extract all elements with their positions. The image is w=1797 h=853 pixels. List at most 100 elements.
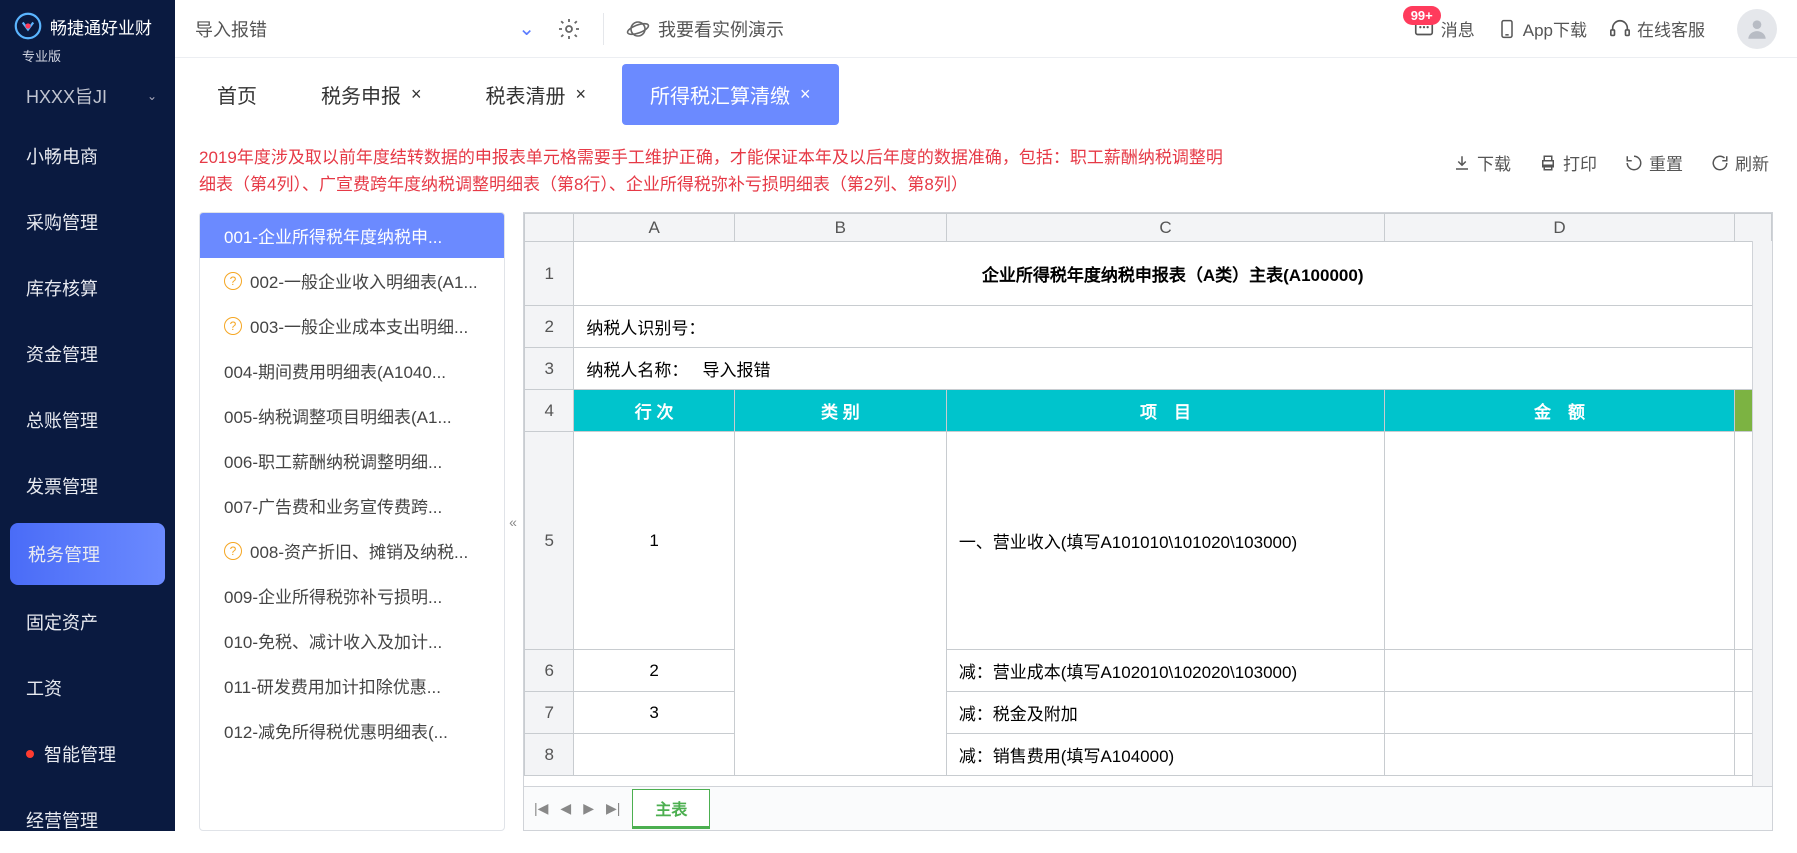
row-header[interactable]: 3 bbox=[525, 348, 574, 390]
tool-label: 刷新 bbox=[1735, 150, 1769, 175]
cell[interactable]: 减：税金及附加 bbox=[946, 692, 1384, 734]
demo-link[interactable]: 我要看实例演示 bbox=[626, 16, 784, 42]
table-header[interactable]: 项 目 bbox=[946, 390, 1384, 432]
cell[interactable]: 一、营业收入(填写A101010\101020\103000) bbox=[946, 432, 1384, 650]
red-dot-icon bbox=[26, 750, 34, 758]
table-header[interactable]: 金 额 bbox=[1385, 390, 1735, 432]
nav-item-smart[interactable]: 智能管理 bbox=[0, 721, 175, 787]
cell[interactable] bbox=[1385, 432, 1735, 650]
tree-item[interactable]: 009-企业所得税弥补亏损明... bbox=[200, 573, 504, 618]
chevron-down-icon[interactable]: ⌄ bbox=[518, 16, 535, 41]
collapse-handle[interactable]: « bbox=[505, 212, 521, 831]
tree-item[interactable]: 001-企业所得税年度纳税申... bbox=[200, 213, 504, 258]
cell[interactable] bbox=[1385, 692, 1735, 734]
sheet-nav-next[interactable]: ▶ bbox=[583, 800, 594, 817]
tab-label: 税表清册 bbox=[486, 80, 566, 109]
nav-item-invoice[interactable]: 发票管理 bbox=[0, 453, 175, 519]
close-icon[interactable]: × bbox=[411, 84, 422, 105]
sidebar: 畅捷通好业财 专业版 HXXX旨JI⌄ 小畅电商 采购管理 库存核算 资金管理 … bbox=[0, 0, 175, 831]
col-header[interactable]: B bbox=[734, 214, 946, 242]
tab-tax-list[interactable]: 税表清册 × bbox=[458, 64, 615, 125]
gear-icon[interactable] bbox=[557, 17, 581, 41]
tree-item[interactable]: 006-职工薪酬纳税调整明细... bbox=[200, 438, 504, 483]
nav-item-ledger[interactable]: 总账管理 bbox=[0, 387, 175, 453]
cell[interactable] bbox=[734, 432, 946, 776]
sheet-tab[interactable]: 主表 bbox=[632, 789, 710, 829]
col-header[interactable]: D bbox=[1385, 214, 1735, 242]
reset-button[interactable]: 重置 bbox=[1621, 144, 1687, 181]
cell[interactable] bbox=[1385, 734, 1735, 776]
row-header[interactable]: 6 bbox=[525, 650, 574, 692]
sheet-nav-prev[interactable]: ◀ bbox=[560, 800, 571, 817]
close-icon[interactable]: × bbox=[576, 84, 587, 105]
tree-item[interactable]: ?003-一般企业成本支出明细... bbox=[200, 303, 504, 348]
messages-button[interactable]: 99+ 消息 bbox=[1413, 16, 1475, 41]
sheet-grid[interactable]: A B C D 1 企业所得税年度纳税申报表（A类）主表(A100000) 2 … bbox=[524, 213, 1772, 786]
tree-item[interactable]: ?002-一般企业收入明细表(A1... bbox=[200, 258, 504, 303]
row-header[interactable]: 7 bbox=[525, 692, 574, 734]
nav-item-tax[interactable]: 税务管理 bbox=[10, 523, 165, 585]
print-button[interactable]: 打印 bbox=[1535, 144, 1601, 181]
cell[interactable]: 纳税人识别号： bbox=[574, 306, 1772, 348]
tree-item[interactable]: 012-减免所得税优惠明细表(... bbox=[200, 708, 504, 753]
nav-item-business[interactable]: 经营管理 bbox=[0, 787, 175, 853]
row-header[interactable]: 5 bbox=[525, 432, 574, 650]
cell[interactable]: 纳税人名称： 导入报错 bbox=[574, 348, 1772, 390]
chevron-down-icon: ⌄ bbox=[147, 89, 157, 103]
nav-item-fixed-assets[interactable]: 固定资产 bbox=[0, 589, 175, 655]
phone-icon bbox=[1497, 18, 1517, 40]
topbar: 导入报错 ⌄ 我要看实例演示 99+ 消息 App下载 在线客服 bbox=[175, 0, 1797, 58]
spreadsheet: A B C D 1 企业所得税年度纳税申报表（A类）主表(A100000) 2 … bbox=[523, 212, 1773, 831]
row-header[interactable]: 4 bbox=[525, 390, 574, 432]
tab-home[interactable]: 首页 bbox=[189, 64, 285, 125]
download-button[interactable]: 下载 bbox=[1449, 144, 1515, 181]
tree-item[interactable]: 004-期间费用明细表(A1040... bbox=[200, 348, 504, 393]
cell[interactable]: 1 bbox=[574, 432, 735, 650]
cell[interactable] bbox=[1385, 650, 1735, 692]
cell[interactable]: 2 bbox=[574, 650, 735, 692]
nav-item-salary[interactable]: 工资 bbox=[0, 655, 175, 721]
cell-label: 纳税人识别号： bbox=[586, 319, 705, 338]
support-button[interactable]: 在线客服 bbox=[1609, 16, 1705, 41]
nav-item-inventory[interactable]: 库存核算 bbox=[0, 255, 175, 321]
avatar[interactable] bbox=[1737, 9, 1777, 49]
col-header[interactable] bbox=[1734, 214, 1771, 242]
tree-item[interactable]: ?008-资产折旧、摊销及纳税... bbox=[200, 528, 504, 573]
row-header[interactable]: 8 bbox=[525, 734, 574, 776]
nav-item-purchase[interactable]: 采购管理 bbox=[0, 189, 175, 255]
nav-item-funds[interactable]: 资金管理 bbox=[0, 321, 175, 387]
close-icon[interactable]: × bbox=[800, 84, 811, 105]
sheet-corner[interactable] bbox=[525, 214, 574, 242]
tree-item-label: 008-资产折旧、摊销及纳税... bbox=[250, 538, 468, 563]
tree-item[interactable]: 011-研发费用加计扣除优惠... bbox=[200, 663, 504, 708]
nav-item-cut[interactable]: HXXX旨JI⌄ bbox=[0, 75, 175, 123]
col-header[interactable]: A bbox=[574, 214, 735, 242]
row-header[interactable]: 1 bbox=[525, 242, 574, 306]
scrollbar[interactable] bbox=[1752, 241, 1772, 786]
sheet-nav-first[interactable]: |◀ bbox=[534, 800, 548, 817]
table-header[interactable]: 行 次 bbox=[574, 390, 735, 432]
tab-tax-declare[interactable]: 税务申报× bbox=[293, 64, 450, 125]
cell[interactable]: 减：销售费用(填写A104000) bbox=[946, 734, 1384, 776]
table-header[interactable]: 类 别 bbox=[734, 390, 946, 432]
sheet-nav-last[interactable]: ▶| bbox=[606, 800, 620, 817]
refresh-button[interactable]: 刷新 bbox=[1707, 144, 1773, 181]
tree-item[interactable]: 005-纳税调整项目明细表(A1... bbox=[200, 393, 504, 438]
tab-income-tax[interactable]: 所得税汇算清缴× bbox=[622, 64, 839, 125]
col-header[interactable]: C bbox=[946, 214, 1384, 242]
tabs: 首页 税务申报× 税表清册 × 所得税汇算清缴× bbox=[175, 58, 1797, 130]
tree-item[interactable]: 010-免税、减计收入及加计... bbox=[200, 618, 504, 663]
sheet-title[interactable]: 企业所得税年度纳税申报表（A类）主表(A100000) bbox=[574, 242, 1772, 306]
divider bbox=[603, 13, 604, 45]
app-download-button[interactable]: App下载 bbox=[1497, 16, 1587, 41]
row-header[interactable]: 2 bbox=[525, 306, 574, 348]
download-icon bbox=[1453, 154, 1471, 172]
tree-item[interactable]: 007-广告费和业务宣传费跨... bbox=[200, 483, 504, 528]
cell[interactable]: 减：营业成本(填写A102010\102020\103000) bbox=[946, 650, 1384, 692]
nav-item-eshop[interactable]: 小畅电商 bbox=[0, 123, 175, 189]
search-text: 导入报错 bbox=[195, 16, 267, 42]
search-box[interactable]: 导入报错 ⌄ bbox=[195, 16, 535, 42]
cell[interactable] bbox=[574, 734, 735, 776]
question-icon: ? bbox=[224, 272, 242, 290]
cell[interactable]: 3 bbox=[574, 692, 735, 734]
